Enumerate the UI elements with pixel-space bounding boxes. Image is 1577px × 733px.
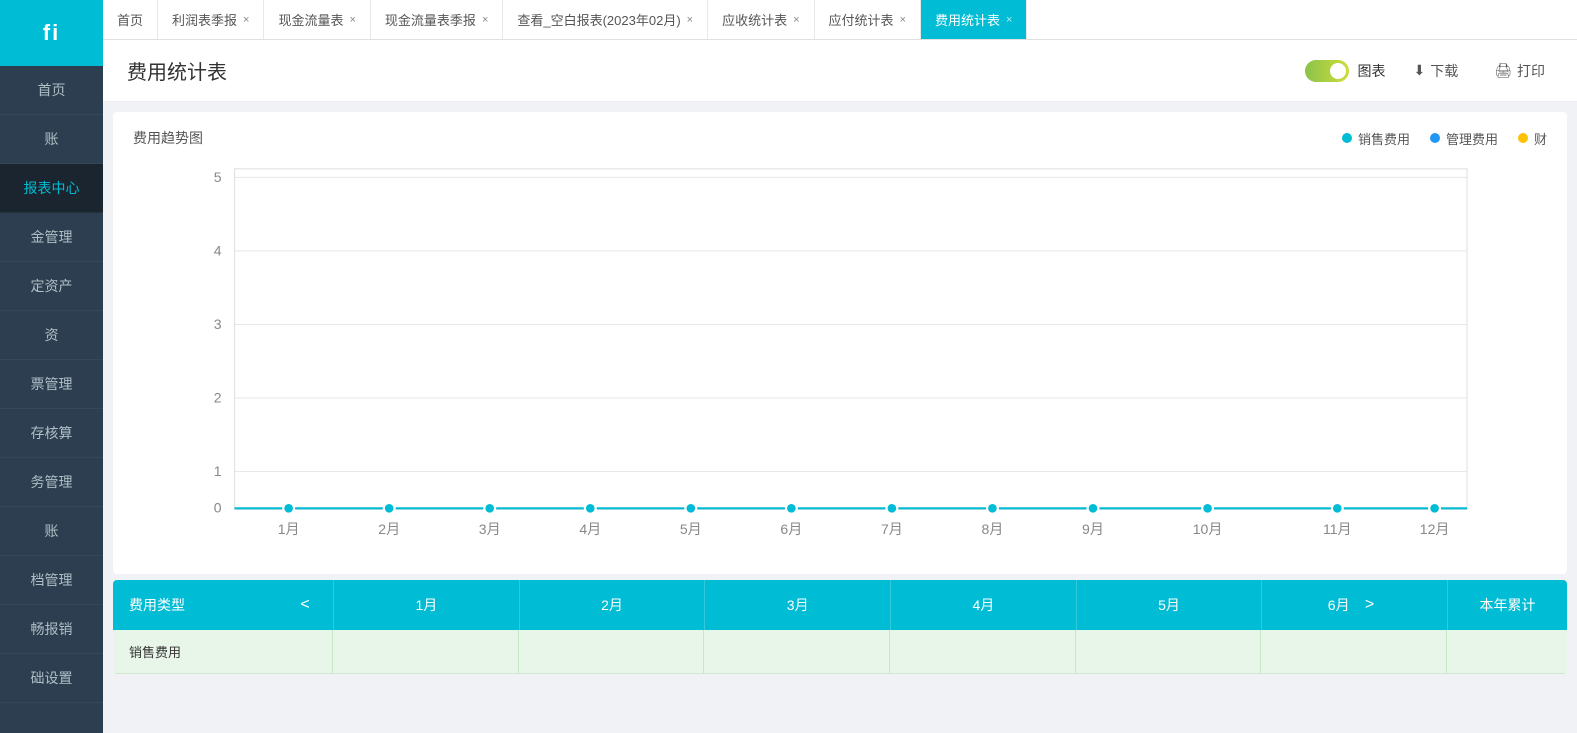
svg-text:9月: 9月 bbox=[1082, 521, 1104, 537]
sidebar-item-expense[interactable]: 畅报销 bbox=[0, 605, 103, 654]
tab-cashflow[interactable]: 现金流量表 × bbox=[264, 0, 370, 40]
svg-text:1月: 1月 bbox=[278, 521, 300, 537]
main-area: 首页 利润表季报 × 现金流量表 × 现金流量表季报 × 查看_空白报表(202… bbox=[103, 0, 1577, 733]
td-total bbox=[1447, 630, 1567, 673]
tab-close-blank-report[interactable]: × bbox=[687, 14, 693, 26]
th-month-4: 4月 bbox=[890, 580, 1076, 630]
sidebar-item-service[interactable]: 务管理 bbox=[0, 458, 103, 507]
tab-close-profit-quarter[interactable]: × bbox=[243, 14, 249, 26]
chart-legend: 销售费用 管理费用 财 bbox=[1342, 129, 1547, 148]
legend-sales: 销售费用 bbox=[1342, 129, 1410, 148]
sidebar-item-finance[interactable]: 金管理 bbox=[0, 213, 103, 262]
td-m5 bbox=[1076, 630, 1262, 673]
svg-text:3月: 3月 bbox=[479, 521, 501, 537]
svg-text:3: 3 bbox=[214, 316, 222, 332]
legend-dot-admin bbox=[1430, 133, 1440, 143]
tab-bar: 首页 利润表季报 × 现金流量表 × 现金流量表季报 × 查看_空白报表(202… bbox=[103, 0, 1577, 40]
tab-expense-stats[interactable]: 费用统计表 × bbox=[921, 0, 1027, 40]
sidebar-item-assets[interactable]: 定资产 bbox=[0, 262, 103, 311]
sidebar-item-reports[interactable]: 报表中心 bbox=[0, 164, 103, 213]
page-title: 费用统计表 bbox=[127, 56, 227, 85]
svg-text:4: 4 bbox=[214, 242, 222, 258]
svg-text:6月: 6月 bbox=[780, 521, 802, 537]
nav-next-button[interactable]: > bbox=[1358, 596, 1382, 614]
chart-svg: 5 4 3 2 1 0 bbox=[133, 158, 1547, 558]
content-area: 费用统计表 图表 ⬇ 下载 🖨 打印 bbox=[103, 40, 1577, 733]
download-icon: ⬇ bbox=[1413, 62, 1425, 79]
th-month-1: 1月 bbox=[333, 580, 519, 630]
th-month-3: 3月 bbox=[704, 580, 890, 630]
tab-close-cashflow-quarter[interactable]: × bbox=[482, 14, 488, 26]
tab-close-cashflow[interactable]: × bbox=[349, 14, 355, 26]
legend-dot-finance bbox=[1518, 133, 1528, 143]
table-section: 费用类型 < 1月 2月 3月 4月 bbox=[113, 580, 1567, 674]
td-type: 销售费用 bbox=[113, 630, 333, 673]
td-m3 bbox=[704, 630, 890, 673]
chart-title: 费用趋势图 bbox=[133, 128, 203, 148]
tab-profit-quarter[interactable]: 利润表季报 × bbox=[158, 0, 264, 40]
tab-close-expense-stats[interactable]: × bbox=[1006, 14, 1012, 26]
sidebar: fi 首页 账 报表中心 金管理 定资产 资 票管理 存核算 务管理 账 档管理… bbox=[0, 0, 103, 733]
tab-home[interactable]: 首页 bbox=[103, 0, 158, 40]
chart-container: 5 4 3 2 1 0 bbox=[133, 158, 1547, 558]
print-icon: 🖨 bbox=[1494, 62, 1512, 79]
nav-prev-button[interactable]: < bbox=[293, 596, 317, 614]
td-m2 bbox=[519, 630, 705, 673]
page-header: 费用统计表 图表 ⬇ 下载 🖨 打印 bbox=[103, 40, 1577, 102]
svg-text:0: 0 bbox=[214, 500, 222, 516]
svg-text:5: 5 bbox=[214, 169, 222, 185]
th-month-2: 2月 bbox=[519, 580, 705, 630]
legend-dot-sales bbox=[1342, 133, 1352, 143]
tab-close-payable[interactable]: × bbox=[900, 14, 906, 26]
legend-finance: 财 bbox=[1518, 129, 1547, 148]
th-month-5: 5月 bbox=[1076, 580, 1262, 630]
legend-admin: 管理费用 bbox=[1430, 129, 1498, 148]
chart-section: 费用趋势图 销售费用 管理费用 财 bbox=[113, 112, 1567, 574]
svg-text:1: 1 bbox=[214, 463, 222, 479]
sidebar-item-account[interactable]: 账 bbox=[0, 115, 103, 164]
download-button[interactable]: ⬇ 下载 bbox=[1405, 57, 1466, 85]
td-m6 bbox=[1261, 630, 1447, 673]
th-month-6: 6月 > bbox=[1261, 580, 1447, 630]
sidebar-item-invoice[interactable]: 票管理 bbox=[0, 360, 103, 409]
sidebar-item-capital[interactable]: 资 bbox=[0, 311, 103, 360]
svg-text:4月: 4月 bbox=[579, 521, 601, 537]
svg-text:5月: 5月 bbox=[680, 521, 702, 537]
sidebar-item-inventory[interactable]: 存核算 bbox=[0, 409, 103, 458]
svg-text:11月: 11月 bbox=[1323, 521, 1352, 537]
chart-header: 费用趋势图 销售费用 管理费用 财 bbox=[133, 128, 1547, 148]
th-type: 费用类型 < bbox=[113, 580, 333, 630]
svg-text:12月: 12月 bbox=[1420, 521, 1450, 537]
table-row: 销售费用 bbox=[113, 630, 1567, 674]
tab-close-receivable[interactable]: × bbox=[793, 14, 799, 26]
table-header: 费用类型 < 1月 2月 3月 4月 bbox=[113, 580, 1567, 630]
td-m4 bbox=[890, 630, 1076, 673]
chart-toggle[interactable]: 图表 bbox=[1305, 60, 1385, 82]
tab-payable[interactable]: 应付统计表 × bbox=[815, 0, 921, 40]
tab-cashflow-quarter[interactable]: 现金流量表季报 × bbox=[371, 0, 503, 40]
tab-receivable[interactable]: 应收统计表 × bbox=[708, 0, 814, 40]
app-logo: fi bbox=[0, 0, 103, 66]
svg-text:2: 2 bbox=[214, 389, 222, 405]
sidebar-item-archive[interactable]: 档管理 bbox=[0, 556, 103, 605]
svg-text:10月: 10月 bbox=[1193, 521, 1223, 537]
svg-text:2月: 2月 bbox=[378, 521, 400, 537]
svg-text:8月: 8月 bbox=[982, 521, 1004, 537]
svg-text:7月: 7月 bbox=[881, 521, 903, 537]
sidebar-item-home[interactable]: 首页 bbox=[0, 66, 103, 115]
print-button[interactable]: 🖨 打印 bbox=[1486, 57, 1553, 85]
toggle-label-text: 图表 bbox=[1357, 61, 1385, 81]
header-actions: 图表 ⬇ 下载 🖨 打印 bbox=[1305, 57, 1553, 85]
sidebar-item-settings[interactable]: 础设置 bbox=[0, 654, 103, 703]
toggle-switch[interactable] bbox=[1305, 60, 1349, 82]
sidebar-item-ledger[interactable]: 账 bbox=[0, 507, 103, 556]
tab-blank-report[interactable]: 查看_空白报表(2023年02月) × bbox=[503, 0, 708, 40]
th-total: 本年累计 bbox=[1447, 580, 1567, 630]
td-m1 bbox=[333, 630, 519, 673]
